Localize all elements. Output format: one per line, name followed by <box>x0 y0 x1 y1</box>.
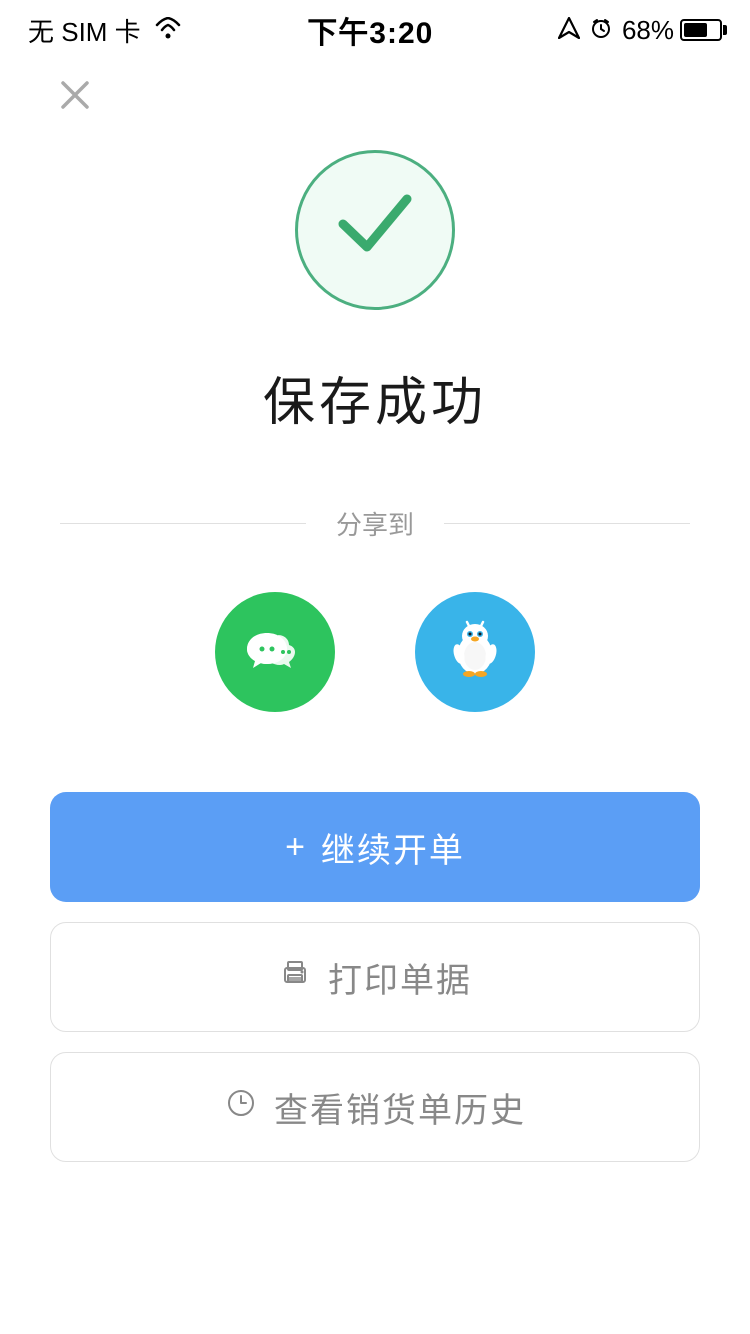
divider-left <box>60 523 306 524</box>
close-button[interactable] <box>50 70 100 120</box>
checkmark-icon <box>335 189 415 272</box>
history-button[interactable]: 查看销货单历史 <box>50 1052 700 1162</box>
history-label: 查看销货单历史 <box>274 1083 526 1132</box>
status-left: 无 SIM 卡 <box>28 12 183 49</box>
history-icon <box>224 1086 258 1129</box>
battery-percent: 68% <box>622 15 674 46</box>
location-icon <box>558 15 580 46</box>
continue-label: 继续开单 <box>321 823 465 872</box>
print-button[interactable]: 打印单据 <box>50 922 700 1032</box>
wifi-icon <box>153 15 183 46</box>
battery-fill <box>684 23 707 37</box>
battery-container: 68% <box>622 15 722 46</box>
wechat-share-button[interactable] <box>215 592 335 712</box>
share-divider: 分享到 <box>0 505 750 542</box>
success-circle <box>295 150 455 310</box>
battery-icon <box>680 19 722 41</box>
sim-text: 无 SIM 卡 <box>28 12 141 49</box>
main-content: 保存成功 分享到 <box>0 60 750 1162</box>
status-right: 68% <box>558 15 722 46</box>
status-time: 下午3:20 <box>307 8 433 52</box>
print-label: 打印单据 <box>328 953 472 1002</box>
printer-icon <box>278 956 312 999</box>
plus-icon: + <box>285 828 305 867</box>
status-bar: 无 SIM 卡 下午3:20 <box>0 0 750 60</box>
share-label: 分享到 <box>306 505 444 542</box>
qq-share-button[interactable] <box>415 592 535 712</box>
divider-right <box>444 523 690 524</box>
success-title: 保存成功 <box>263 360 487 435</box>
action-buttons: + 继续开单 打印单据 <box>0 792 750 1162</box>
alarm-icon <box>590 15 612 46</box>
share-icons <box>215 592 535 712</box>
continue-button[interactable]: + 继续开单 <box>50 792 700 902</box>
